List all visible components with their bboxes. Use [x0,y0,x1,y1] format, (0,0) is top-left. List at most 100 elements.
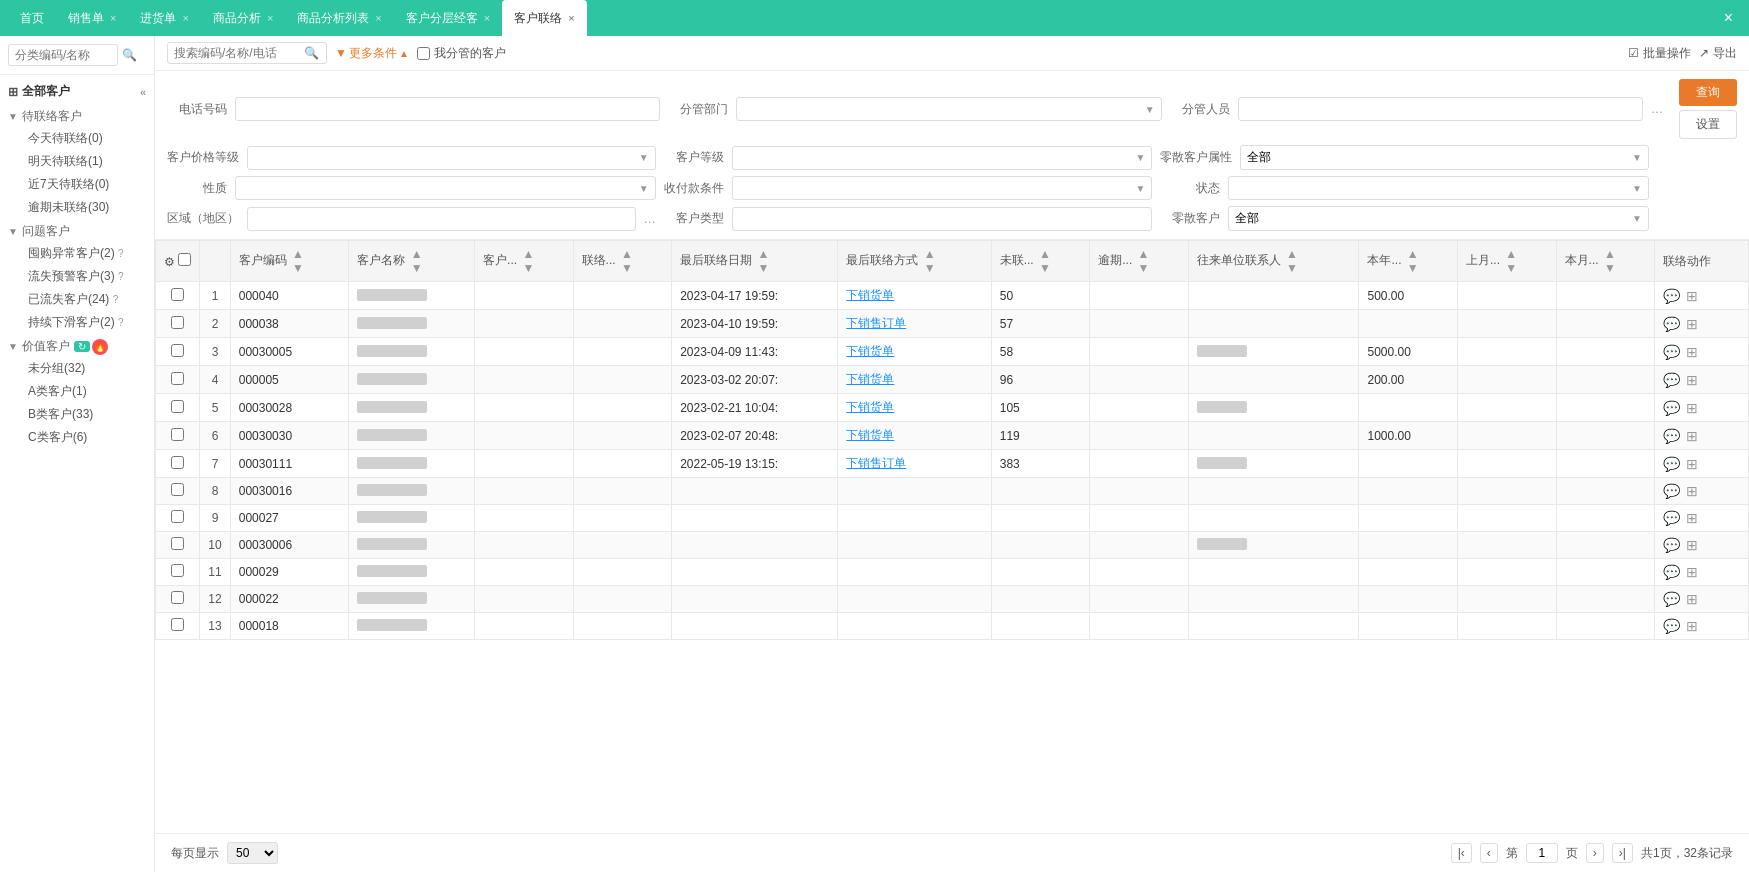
batch-operation-btn[interactable]: ☑ 批量操作 [1628,45,1691,62]
row-last-way[interactable] [838,478,991,505]
message-icon[interactable]: 💬 [1663,456,1680,472]
row-last-way[interactable]: 下销售订单 [838,310,991,338]
sidebar-group-value[interactable]: ▼ 价值客户 ↻ 🔥 [0,334,154,357]
row-checkbox[interactable] [171,316,184,329]
sidebar-item-abnormal[interactable]: 囤购异常客户(2) ? [0,242,154,265]
nature-select[interactable]: ▼ [235,176,656,200]
tab-home[interactable]: 首页 [8,0,56,36]
sidebar-item-classC[interactable]: C类客户(6) [0,426,154,449]
col-this-month[interactable]: 本月... ▲▼ [1556,241,1655,282]
row-last-way[interactable] [838,505,991,532]
message-icon[interactable]: 💬 [1663,591,1680,607]
tab-customer-segment[interactable]: 客户分层经客 × [394,0,502,36]
col-overdue[interactable]: 逾期... ▲▼ [1090,241,1189,282]
row-last-way[interactable] [838,532,991,559]
grid-icon[interactable]: ⊞ [1686,618,1698,634]
sidebar-group-problem[interactable]: ▼ 问题客户 [0,219,154,242]
col-name[interactable]: 客户名称 ▲▼ [349,241,475,282]
sidebar-item-classB[interactable]: B类客户(33) [0,403,154,426]
row-last-way[interactable]: 下销货单 [838,338,991,366]
message-icon[interactable]: 💬 [1663,288,1680,304]
first-page-btn[interactable]: |‹ [1451,843,1472,863]
person-input[interactable] [1238,97,1643,121]
message-icon[interactable]: 💬 [1663,428,1680,444]
row-checkbox[interactable] [171,618,184,631]
tab-purchase-close[interactable]: × [182,12,188,24]
category-search-input[interactable] [8,44,118,66]
row-checkbox[interactable] [171,288,184,301]
main-search-input[interactable] [174,46,304,60]
col-this-year[interactable]: 本年... ▲▼ [1359,241,1458,282]
select-all-checkbox[interactable] [178,253,191,266]
message-icon[interactable]: 💬 [1663,510,1680,526]
retail-attr-select[interactable]: 全部 ▼ [1240,145,1649,170]
col-settings[interactable]: ⚙ [156,241,200,282]
all-customers-header[interactable]: ⊞ 全部客户 « [0,75,154,104]
grid-icon[interactable]: ⊞ [1686,428,1698,444]
sidebar-item-ungroup[interactable]: 未分组(32) [0,357,154,380]
reset-button[interactable]: 设置 [1679,110,1737,139]
row-checkbox[interactable] [171,372,184,385]
tab-purchase[interactable]: 进货单 × [128,0,200,36]
message-icon[interactable]: 💬 [1663,483,1680,499]
refresh-icon[interactable]: ↻ [74,341,90,352]
row-checkbox[interactable] [171,428,184,441]
message-icon[interactable]: 💬 [1663,344,1680,360]
row-last-way[interactable]: 下销货单 [838,366,991,394]
row-checkbox[interactable] [171,400,184,413]
col-contact-person[interactable]: 往来单位联系人 ▲▼ [1188,241,1359,282]
tab-product-list-close[interactable]: × [375,12,381,24]
search-icon[interactable]: 🔍 [122,48,137,62]
tab-customer-contact-close[interactable]: × [568,12,574,24]
collapse-sidebar-btn[interactable]: « [140,86,146,98]
grid-icon[interactable]: ⊞ [1686,537,1698,553]
message-icon[interactable]: 💬 [1663,564,1680,580]
dept-select[interactable]: ▼ [736,97,1161,121]
sidebar-item-lost[interactable]: 已流失客户(24) ? [0,288,154,311]
message-icon[interactable]: 💬 [1663,372,1680,388]
col-last-date[interactable]: 最后联络日期 ▲▼ [672,241,838,282]
next-page-btn[interactable]: › [1586,843,1604,863]
grid-icon[interactable]: ⊞ [1686,288,1698,304]
region-dots-btn[interactable]: … [644,212,656,226]
phone-input[interactable] [235,97,660,121]
sidebar-item-overdue[interactable]: 逾期未联络(30) [0,196,154,219]
grid-icon[interactable]: ⊞ [1686,344,1698,360]
col-last-way[interactable]: 最后联络方式 ▲▼ [838,241,991,282]
row-last-way[interactable]: 下销货单 [838,394,991,422]
row-checkbox[interactable] [171,564,184,577]
sidebar-group-pending[interactable]: ▼ 待联络客户 [0,104,154,127]
grid-icon[interactable]: ⊞ [1686,372,1698,388]
payment-select[interactable]: ▼ [732,176,1153,200]
grid-icon[interactable]: ⊞ [1686,591,1698,607]
export-btn[interactable]: ↗ 导出 [1699,45,1737,62]
tab-product-analysis-close[interactable]: × [267,12,273,24]
row-last-way[interactable]: 下销货单 [838,422,991,450]
query-button[interactable]: 查询 [1679,79,1737,106]
row-checkbox[interactable] [171,510,184,523]
grid-icon[interactable]: ⊞ [1686,456,1698,472]
message-icon[interactable]: 💬 [1663,537,1680,553]
row-last-way[interactable] [838,586,991,613]
sidebar-item-classA[interactable]: A类客户(1) [0,380,154,403]
per-page-select[interactable]: 50 20 100 [227,842,278,864]
row-checkbox[interactable] [171,537,184,550]
window-close-button[interactable]: × [1716,9,1741,27]
message-icon[interactable]: 💬 [1663,400,1680,416]
main-search-icon[interactable]: 🔍 [304,46,319,60]
row-last-way[interactable]: 下销售订单 [838,450,991,478]
sidebar-item-declining[interactable]: 持续下滑客户(2) ? [0,311,154,334]
tab-sales-close[interactable]: × [110,12,116,24]
person-dots-btn[interactable]: … [1651,102,1663,116]
my-customers-checkbox[interactable]: 我分管的客户 [417,45,506,62]
tab-customer-segment-close[interactable]: × [484,12,490,24]
row-checkbox[interactable] [171,591,184,604]
price-level-select[interactable]: ▼ [247,146,656,170]
prev-page-btn[interactable]: ‹ [1480,843,1498,863]
row-checkbox[interactable] [171,456,184,469]
more-filters-btn[interactable]: ▼ 更多条件 ▲ [335,45,409,62]
col-last-month[interactable]: 上月... ▲▼ [1458,241,1557,282]
tab-product-list[interactable]: 商品分析列表 × [285,0,393,36]
sidebar-item-warning[interactable]: 流失预警客户(3) ? [0,265,154,288]
last-page-btn[interactable]: ›| [1612,843,1633,863]
